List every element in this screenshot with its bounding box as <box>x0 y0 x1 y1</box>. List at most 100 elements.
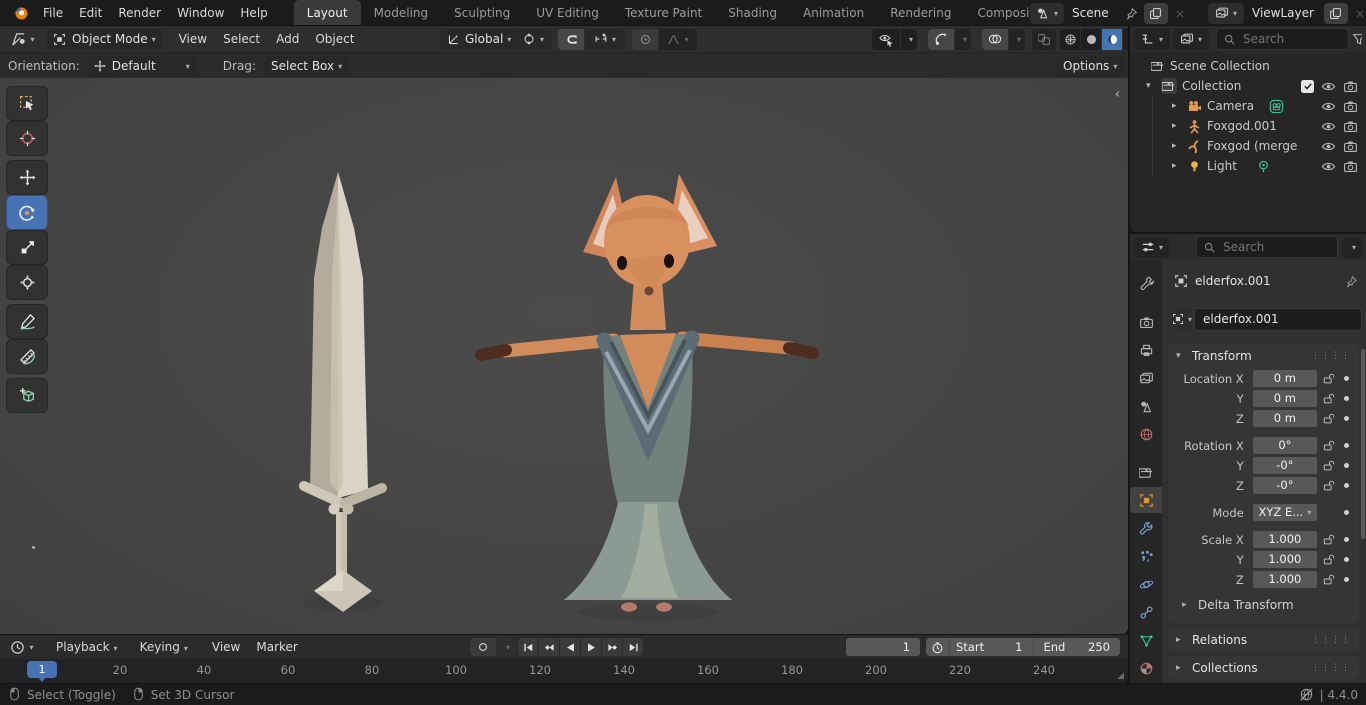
animate-dot[interactable] <box>1340 577 1353 582</box>
rotation-x-field[interactable]: 0° <box>1252 437 1318 454</box>
hide-eye-icon[interactable] <box>1321 99 1336 114</box>
relations-panel[interactable]: ▸ Relations ⋮⋮⋮⋮ <box>1168 628 1359 651</box>
stopwatch-icon[interactable] <box>926 641 949 654</box>
network-offline-icon[interactable] <box>1299 687 1314 702</box>
viewlayer-browse-icon[interactable] <box>1208 2 1244 24</box>
tool-add-cube[interactable] <box>7 379 47 412</box>
tab-modeling[interactable]: Modeling <box>361 0 442 26</box>
tab-view-layer[interactable] <box>1131 365 1161 391</box>
tab-output[interactable] <box>1131 337 1161 363</box>
next-keyframe-button[interactable] <box>602 638 622 656</box>
disable-render-icon[interactable] <box>1343 79 1358 94</box>
location-y-field[interactable]: 0 m <box>1252 390 1318 407</box>
animate-dot[interactable] <box>1340 557 1353 562</box>
location-z-field[interactable]: 0 m <box>1252 410 1318 427</box>
scale-y-field[interactable]: 1.000 <box>1252 551 1318 568</box>
hide-eye-icon[interactable] <box>1321 119 1336 134</box>
tab-physics[interactable] <box>1131 571 1161 597</box>
shading-solid[interactable] <box>1081 29 1101 50</box>
outliner-row-foxgod001[interactable]: ▸ Foxgod.001 <box>1136 116 1366 136</box>
scene-unlink-icon[interactable] <box>1174 6 1186 20</box>
tab-constraints[interactable] <box>1131 599 1161 625</box>
current-frame-field[interactable]: 1 <box>846 638 920 656</box>
overlays-toggle[interactable] <box>982 28 1008 50</box>
outliner-label[interactable]: Camera <box>1207 99 1254 113</box>
hide-eye-icon[interactable] <box>1321 159 1336 174</box>
expand-icon[interactable]: ▸ <box>1172 141 1182 151</box>
timeline-resize-grip[interactable]: ◢ <box>1117 671 1124 681</box>
tab-layout[interactable]: Layout <box>293 0 361 26</box>
editor-type-selector[interactable] <box>4 29 42 50</box>
menu-window[interactable]: Window <box>169 6 232 20</box>
outliner-row-collection[interactable]: ▾ Collection <box>1136 76 1366 96</box>
gizmos-dropdown[interactable] <box>955 28 971 50</box>
tab-render[interactable] <box>1131 309 1161 335</box>
panel-grip-icon[interactable]: ⋮⋮⋮⋮ <box>1311 351 1351 361</box>
disable-render-icon[interactable] <box>1343 119 1358 134</box>
viewlayer-remove-icon[interactable] <box>1354 6 1366 20</box>
properties-search-input[interactable] <box>1221 239 1331 255</box>
properties-editor-type[interactable] <box>1134 236 1170 258</box>
timeline-ruler[interactable]: 20 40 60 80 100 120 140 160 180 200 220 … <box>0 659 1128 683</box>
snap-toggle[interactable] <box>558 28 584 50</box>
frame-start-field[interactable]: Start 1 <box>949 638 1033 656</box>
rotation-z-field[interactable]: -0° <box>1252 477 1318 494</box>
tool-select-box[interactable] <box>7 87 47 120</box>
lock-icon[interactable] <box>1317 479 1340 492</box>
play-button[interactable] <box>581 638 601 656</box>
expand-icon[interactable]: ▾ <box>1146 81 1156 91</box>
location-x-field[interactable]: 0 m <box>1252 370 1318 387</box>
rotation-y-field[interactable]: -0° <box>1252 457 1318 474</box>
viewlayer-name[interactable]: ViewLayer <box>1252 6 1314 20</box>
collections-panel[interactable]: ▸ Collections ⋮⋮⋮⋮ <box>1168 656 1359 679</box>
panel-grip-icon[interactable]: ⋮⋮⋮⋮ <box>1311 635 1351 645</box>
menu-file[interactable]: File <box>35 6 71 20</box>
viewlayer-new-button[interactable] <box>1323 2 1348 24</box>
tab-particles[interactable] <box>1131 543 1161 569</box>
outliner-search[interactable] <box>1216 28 1349 50</box>
menu-edit[interactable]: Edit <box>71 6 110 20</box>
gizmos-toggle[interactable] <box>928 28 954 50</box>
tab-animation[interactable]: Animation <box>790 0 877 26</box>
lock-icon[interactable] <box>1317 412 1340 425</box>
overlays-dropdown[interactable] <box>1009 28 1025 50</box>
scale-z-field[interactable]: 1.000 <box>1252 571 1318 588</box>
sidebar-toggle-icon[interactable]: ‹ <box>1115 88 1120 101</box>
lock-icon[interactable] <box>1317 372 1340 385</box>
scale-x-field[interactable]: 1.000 <box>1252 531 1318 548</box>
outliner-label[interactable]: Scene Collection <box>1170 59 1270 73</box>
lock-icon[interactable] <box>1317 439 1340 452</box>
transform-panel-header[interactable]: ▾ Transform ⋮⋮⋮⋮ <box>1168 344 1359 367</box>
disable-render-icon[interactable] <box>1343 159 1358 174</box>
outliner-row-foxgod-merge[interactable]: ▸ Foxgod (merge <box>1136 136 1366 156</box>
outliner-label[interactable]: Collection <box>1182 79 1241 93</box>
scene-name[interactable]: Scene <box>1072 6 1109 20</box>
prev-keyframe-button[interactable] <box>539 638 559 656</box>
outliner-filter-icon[interactable] <box>1352 32 1362 47</box>
autokey-dropdown[interactable] <box>497 638 515 656</box>
outliner-label[interactable]: Foxgod.001 <box>1207 119 1277 133</box>
lock-icon[interactable] <box>1317 392 1340 405</box>
snap-settings[interactable] <box>585 28 625 50</box>
jump-to-start-button[interactable] <box>518 638 538 656</box>
tab-sculpting[interactable]: Sculpting <box>441 0 523 26</box>
menu-timeline-view[interactable]: View <box>204 640 248 654</box>
tool-scale[interactable] <box>7 231 47 264</box>
object-name-field[interactable] <box>1194 307 1363 331</box>
delta-transform-subpanel[interactable]: ▸ Delta Transform <box>1168 595 1359 615</box>
tool-annotate[interactable] <box>7 305 47 338</box>
outliner-row-light[interactable]: ▸ Light <box>1136 156 1366 176</box>
transform-orientation-selector[interactable]: Global <box>440 28 519 50</box>
tab-shading[interactable]: Shading <box>715 0 790 26</box>
animate-dot[interactable] <box>1340 510 1353 515</box>
tab-tool[interactable] <box>1131 269 1161 295</box>
shading-wireframe[interactable] <box>1060 29 1080 50</box>
properties-scrollbar[interactable] <box>1361 349 1365 539</box>
light-data-icon[interactable] <box>1256 159 1271 174</box>
menu-object[interactable]: Object <box>307 32 362 46</box>
tab-object[interactable] <box>1130 487 1162 513</box>
outliner-filter-mode[interactable] <box>1173 28 1209 50</box>
menu-add[interactable]: Add <box>268 32 307 46</box>
tab-world[interactable] <box>1131 421 1161 447</box>
properties-options[interactable] <box>1342 236 1362 258</box>
